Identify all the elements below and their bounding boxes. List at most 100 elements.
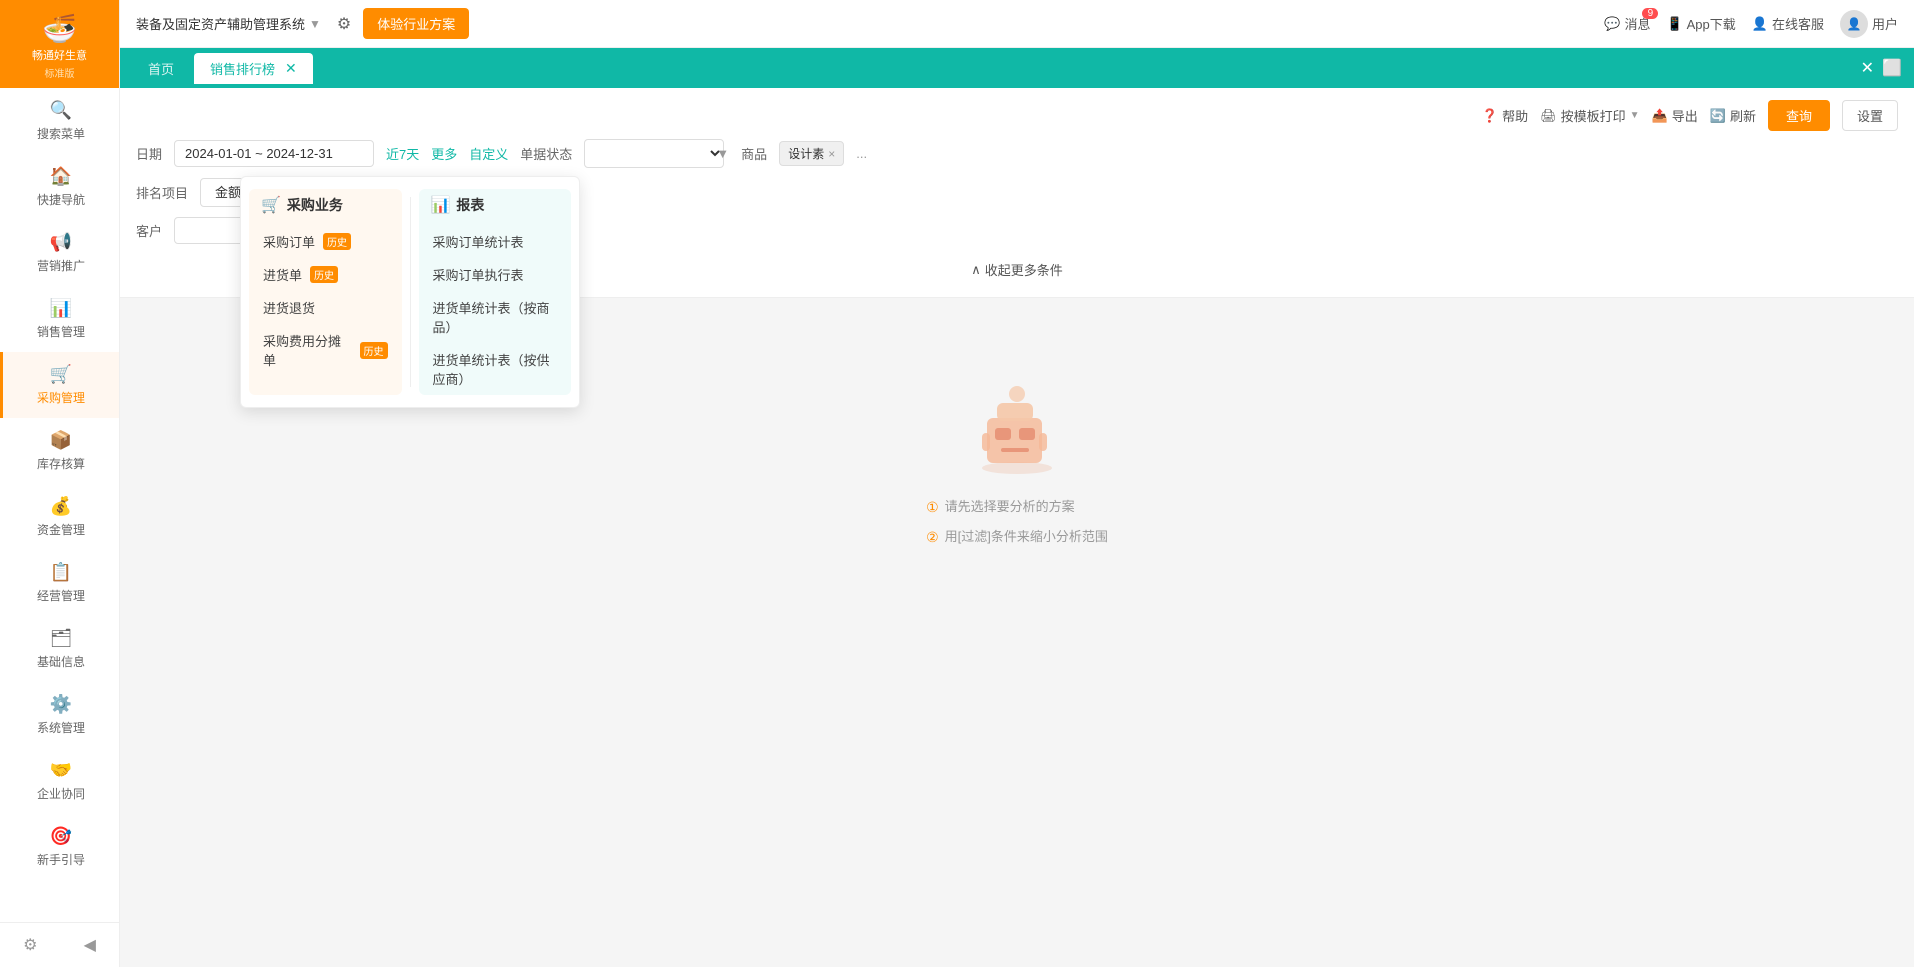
dropdown-item-purchase-stat[interactable]: 采购订单统计表	[419, 225, 572, 258]
topbar-gear-icon[interactable]: ⚙	[337, 14, 351, 34]
sidebar-item-inventory[interactable]: 📦 库存核算	[0, 418, 119, 484]
topbar-dropdown-arrow: ▼	[309, 17, 321, 31]
topbar-service[interactable]: 👤 在线客服	[1752, 14, 1824, 33]
logo-text: 畅通好生意	[32, 47, 87, 63]
message-badge: 9	[1642, 8, 1658, 19]
topbar-title: 装备及固定资产辅助管理系统	[136, 14, 305, 33]
sidebar-item-guide[interactable]: 🎯新手引导	[0, 814, 119, 880]
avatar-icon: 👤	[1847, 17, 1862, 31]
nav-tabs-right: ✕ ⬜	[1861, 58, 1902, 78]
service-label: 在线客服	[1772, 14, 1824, 33]
order-status-label: 单据状态	[520, 144, 572, 163]
dropdown-item-expense[interactable]: 采购费用分摊单 历史	[249, 324, 402, 376]
goods-tag: 设计素 ×	[779, 141, 844, 166]
sidebar-item-icon-sales: 📊	[50, 298, 72, 319]
industry-btn[interactable]: 体验行业方案	[363, 8, 469, 39]
sidebar-item-label-finance: 资金管理	[37, 521, 85, 538]
purchase-order-label: 采购订单	[263, 232, 315, 251]
customer-label: 客户	[136, 221, 162, 240]
order-status-select[interactable]	[584, 139, 724, 168]
dropdown-item-return[interactable]: 进货退货	[249, 291, 402, 324]
rank-label: 排名项目	[136, 183, 188, 202]
sidebar-item-label-search: 搜索菜单	[37, 125, 85, 142]
service-icon: 👤	[1752, 16, 1768, 32]
sidebar-bottom: ⚙ ◀	[0, 922, 119, 967]
tab-sales-rank[interactable]: 销售排行榜 ✕	[194, 53, 313, 84]
message-icon: 💬	[1604, 16, 1620, 32]
date-custom[interactable]: 自定义	[469, 144, 508, 163]
tab-sales-rank-label: 销售排行榜	[210, 59, 275, 78]
sidebar-item-purchase[interactable]: 🛒 采购管理	[0, 352, 119, 418]
print-btn[interactable]: 🖨 按模板打印 ▼	[1540, 106, 1639, 125]
sidebar-item-operation[interactable]: 📋经营管理	[0, 550, 119, 616]
empty-hint-2: 用[过滤]条件来缩小分析范围	[945, 524, 1108, 550]
expense-label: 采购费用分摊单	[263, 331, 352, 369]
expense-history: 历史	[360, 342, 388, 359]
sidebar-item-finance[interactable]: 💰资金管理	[0, 484, 119, 550]
sidebar-item-label-quick-nav: 快捷导航	[37, 191, 85, 208]
sidebar: 🍜 畅通好生意 标准版 🔍搜索菜单🏠快捷导航📢营销推广📊销售管理🛒采购管理📦库存…	[0, 0, 120, 967]
sidebar-item-label-operation: 经营管理	[37, 587, 85, 604]
tab-sales-rank-close[interactable]: ✕	[285, 60, 297, 77]
sidebar-item-icon-inventory: 📦	[50, 430, 72, 451]
goods-tag-text: 设计素	[788, 145, 824, 162]
date-more[interactable]: 更多	[431, 144, 457, 163]
sidebar-item-marketing[interactable]: 📢营销推广	[0, 220, 119, 286]
sidebar-item-label-sales: 销售管理	[37, 323, 85, 340]
empty-hint-1: 请先选择要分析的方案	[945, 494, 1075, 520]
sidebar-item-quick-nav[interactable]: 🏠快捷导航	[0, 154, 119, 220]
filter-toolbar: ❓ 帮助 🖨 按模板打印 ▼ 📤 导出 🔄 刷新	[136, 100, 1898, 131]
tab-home[interactable]: 首页	[132, 53, 190, 84]
settings-btn[interactable]: 设置	[1842, 100, 1898, 131]
print-icon: 🖨	[1540, 108, 1557, 124]
sidebar-item-sales[interactable]: 📊 销售管理	[0, 286, 119, 352]
sidebar-item-label-basic-info: 基础信息	[37, 653, 85, 670]
dropdown-menu: 🛒 采购业务 采购订单 历史 进货单 历史 进货退货	[240, 176, 580, 408]
dropdown-item-goods-stat[interactable]: 进货单统计表（按商品）	[419, 291, 572, 343]
incoming-label: 进货单	[263, 265, 302, 284]
collapse-label: 收起更多条件	[985, 260, 1063, 279]
empty-state-illustration	[957, 378, 1077, 478]
nav-tabs: 首页 销售排行榜 ✕ ✕ ⬜	[120, 48, 1914, 88]
sidebar-item-search[interactable]: 🔍 搜索菜单	[0, 88, 119, 154]
goods-tag-close[interactable]: ×	[828, 147, 835, 161]
purchase-exec-label: 采购订单执行表	[433, 265, 524, 284]
app-icon: 📱	[1666, 16, 1682, 32]
refresh-label: 刷新	[1730, 106, 1756, 125]
refresh-icon: 🔄	[1710, 108, 1726, 124]
dropdown-item-supplier-stat[interactable]: 进货单统计表（按供应商）	[419, 343, 572, 395]
refresh-btn[interactable]: 🔄 刷新	[1710, 106, 1756, 125]
export-icon: 📤	[1652, 108, 1668, 124]
dropdown-item-incoming[interactable]: 进货单 历史	[249, 258, 402, 291]
topbar-user[interactable]: 👤 用户	[1840, 10, 1898, 38]
sidebar-nav: 🔍 搜索菜单 🏠快捷导航📢营销推广 📊 销售管理 🛒 采购管理 📦 库存核算 💰资金管理📋经营管理…	[0, 88, 119, 922]
dropdown-item-purchase-order[interactable]: 采购订单 历史	[249, 225, 402, 258]
sidebar-item-label-purchase: 采购管理	[37, 389, 85, 406]
sidebar-item-icon-search: 🔍	[50, 100, 72, 121]
dropdown-purchase-col: 🛒 采购业务 采购订单 历史 进货单 历史 进货退货	[249, 189, 402, 395]
help-btn[interactable]: ❓ 帮助	[1482, 106, 1528, 125]
date-7days[interactable]: 近7天	[386, 144, 419, 163]
sidebar-item-label-inventory: 库存核算	[37, 455, 85, 472]
date-input[interactable]	[174, 140, 374, 167]
sidebar-item-basic-info[interactable]: 🗂基础信息	[0, 616, 119, 682]
sidebar-settings-icon[interactable]: ⚙	[23, 935, 37, 955]
export-btn[interactable]: 📤 导出	[1652, 106, 1698, 125]
sidebar-item-icon-enterprise: 🤝	[50, 760, 72, 781]
topbar-title-dropdown[interactable]: 装备及固定资产辅助管理系统 ▼	[136, 14, 321, 33]
hint1-bullet: ①	[926, 499, 939, 516]
topbar-message[interactable]: 💬 消息 9	[1604, 14, 1650, 33]
purchase-stat-label: 采购订单统计表	[433, 232, 524, 251]
sidebar-item-label-guide: 新手引导	[37, 851, 85, 868]
tab-window-max-icon[interactable]: ⬜	[1882, 58, 1902, 78]
avatar: 👤	[1840, 10, 1868, 38]
sidebar-collapse-icon[interactable]: ◀	[84, 935, 96, 955]
sidebar-item-enterprise[interactable]: 🤝企业协同	[0, 748, 119, 814]
query-btn[interactable]: 查询	[1768, 100, 1830, 131]
topbar-app[interactable]: 📱 App下载	[1666, 14, 1735, 33]
tab-window-close-icon[interactable]: ✕	[1861, 58, 1874, 78]
dropdown-item-purchase-exec[interactable]: 采购订单执行表	[419, 258, 572, 291]
sidebar-item-system[interactable]: ⚙️系统管理	[0, 682, 119, 748]
sidebar-item-icon-purchase: 🛒	[50, 364, 72, 385]
goods-ellipsis[interactable]: ...	[856, 146, 867, 161]
